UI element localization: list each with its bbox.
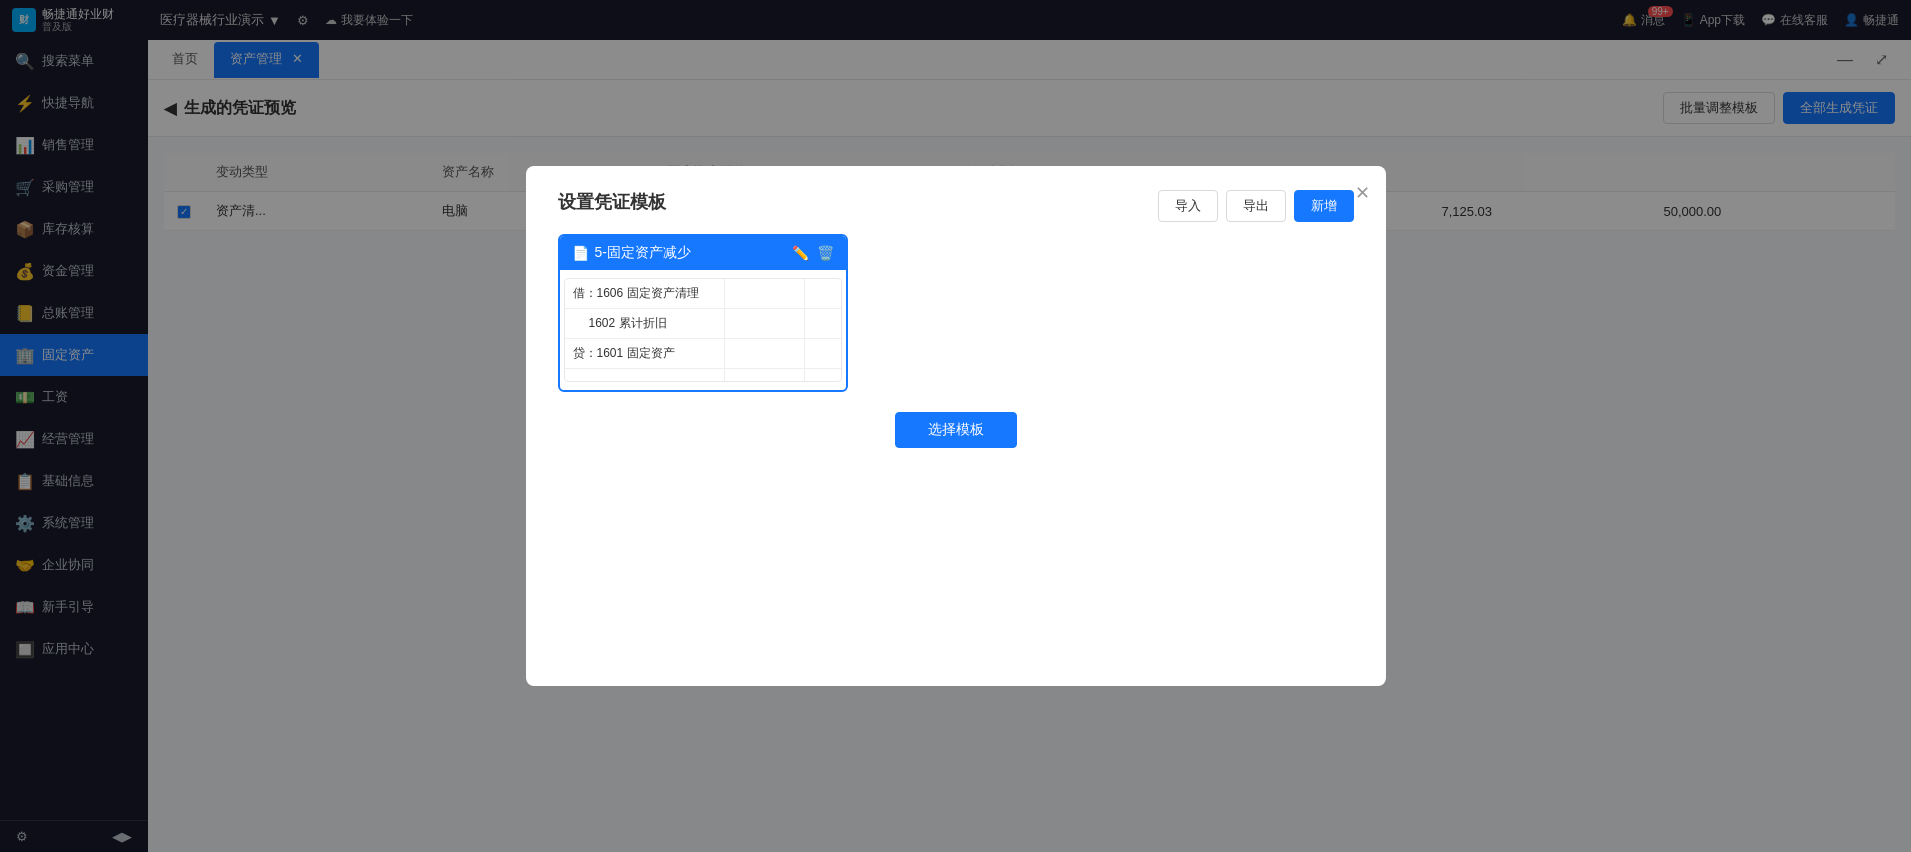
template-card-body: 借：1606 固定资产清理 1602 累计折旧 贷：1601 固定资产 <box>560 270 846 390</box>
dialog-body: 📄 5-固定资产减少 ✏️ 🗑️ 借：1606 固定资产清理 <box>558 234 1354 662</box>
select-template-button[interactable]: 选择模板 <box>895 412 1017 448</box>
debit-label-2: 1602 累计折旧 <box>565 309 725 338</box>
template-doc-icon: 📄 <box>572 245 589 261</box>
new-template-button[interactable]: 新增 <box>1294 190 1354 222</box>
dialog-action-buttons: 导入 导出 新增 <box>1158 190 1354 222</box>
dialog-overlay: ✕ 设置凭证模板 导入 导出 新增 📄 5-固定资产减少 ✏️ 🗑️ <box>0 0 1911 852</box>
template-card-actions: ✏️ 🗑️ <box>792 245 834 261</box>
export-button[interactable]: 导出 <box>1226 190 1286 222</box>
dialog-close-button[interactable]: ✕ <box>1355 182 1370 204</box>
template-empty-row <box>565 369 841 381</box>
credit-amount-1 <box>725 339 805 368</box>
template-card: 📄 5-固定资产减少 ✏️ 🗑️ 借：1606 固定资产清理 <box>558 234 848 392</box>
voucher-template-dialog: ✕ 设置凭证模板 导入 导出 新增 📄 5-固定资产减少 ✏️ 🗑️ <box>526 166 1386 686</box>
debit-amount-1 <box>725 279 805 308</box>
debit-label-1: 借：1606 固定资产清理 <box>565 279 725 308</box>
template-debit-row-2: 1602 累计折旧 <box>565 309 841 339</box>
template-grid: 借：1606 固定资产清理 1602 累计折旧 贷：1601 固定资产 <box>564 278 842 382</box>
template-credit-row-1: 贷：1601 固定资产 <box>565 339 841 369</box>
template-debit-row-1: 借：1606 固定资产清理 <box>565 279 841 309</box>
debit-amount-2 <box>725 309 805 338</box>
template-card-header: 📄 5-固定资产减少 ✏️ 🗑️ <box>560 236 846 270</box>
template-card-title: 📄 5-固定资产减少 <box>572 244 691 262</box>
template-edit-icon[interactable]: ✏️ <box>792 245 809 261</box>
select-template-area: 选择模板 <box>558 412 1354 448</box>
credit-credit-1 <box>805 339 842 368</box>
import-button[interactable]: 导入 <box>1158 190 1218 222</box>
debit-credit-1 <box>805 279 842 308</box>
template-delete-icon[interactable]: 🗑️ <box>817 245 834 261</box>
debit-credit-2 <box>805 309 842 338</box>
credit-label-1: 贷：1601 固定资产 <box>565 339 725 368</box>
